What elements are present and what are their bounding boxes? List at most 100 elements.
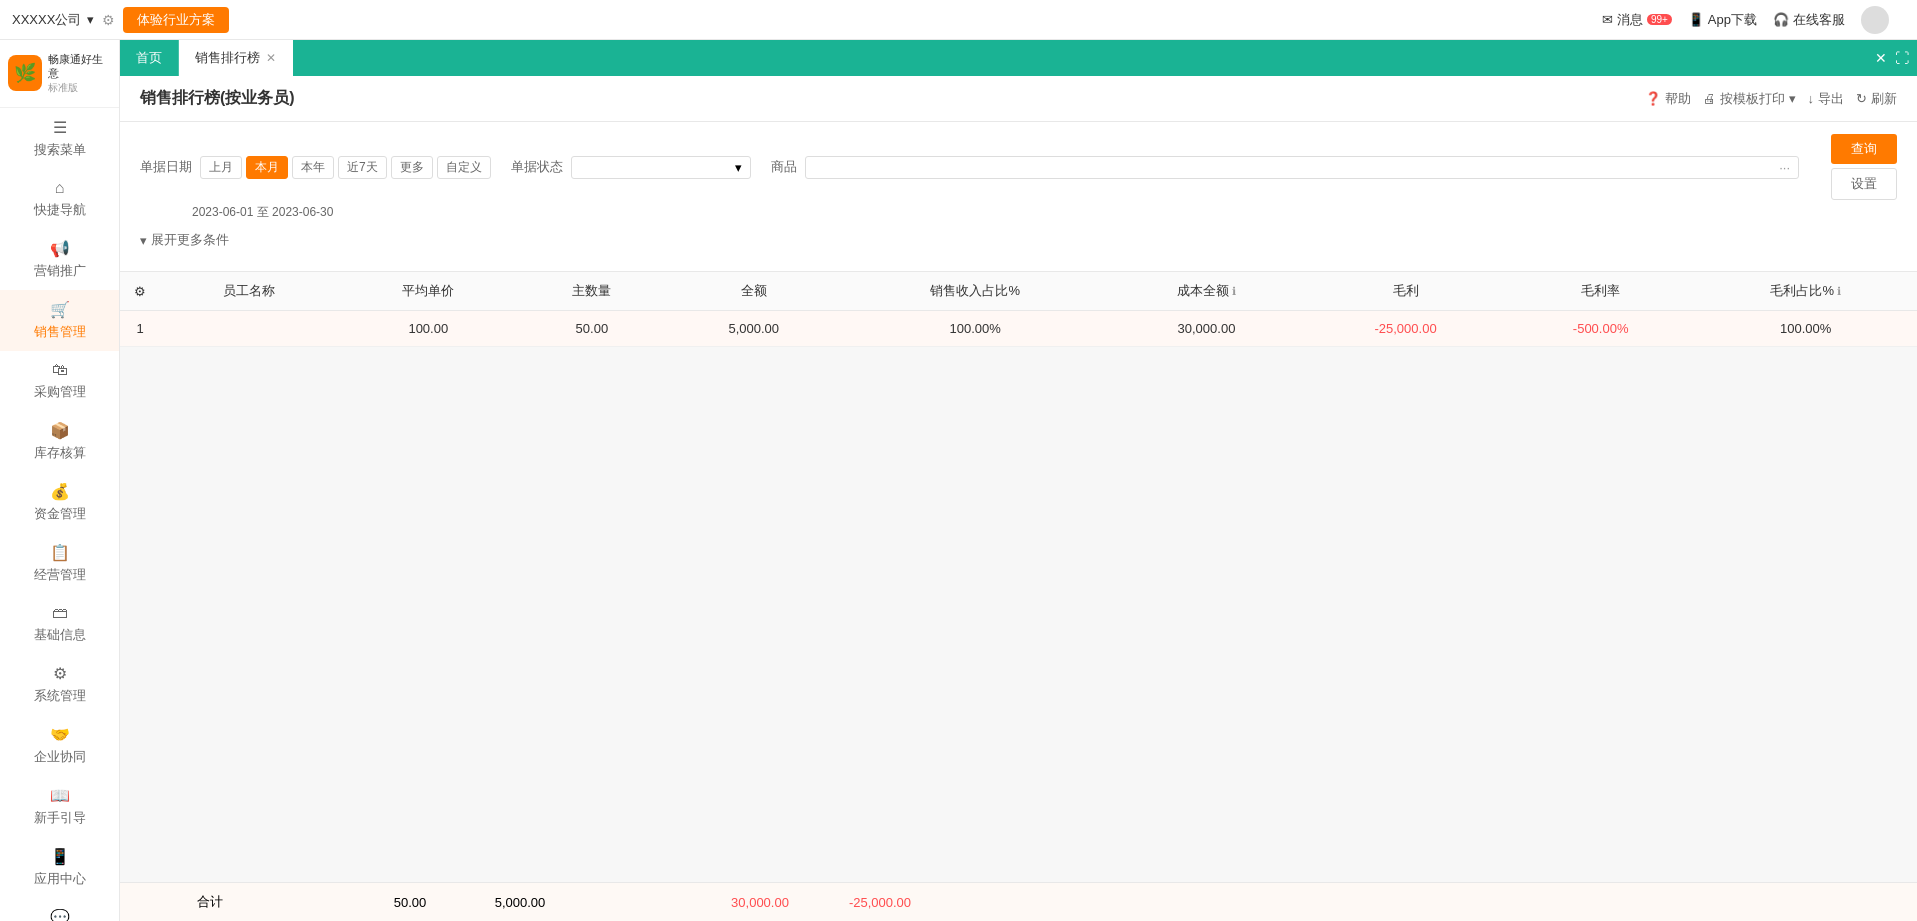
marketing-icon: 📢 (50, 239, 70, 258)
window-close-icon[interactable]: ✕ (1875, 50, 1887, 66)
tab-home[interactable]: 首页 (120, 40, 179, 76)
sidebar-item-finance[interactable]: 💰 资金管理 (0, 472, 119, 533)
logo-icon: 🌿 (8, 55, 42, 91)
sidebar-label-basic-info: 基础信息 (34, 626, 86, 644)
refresh-icon: ↻ (1856, 91, 1867, 106)
th-gross-pct-label: 毛利占比% ℹ (1770, 282, 1841, 300)
finance-icon: 💰 (50, 482, 70, 501)
export-button[interactable]: ↓ 导出 (1808, 90, 1845, 108)
company-selector[interactable]: XXXXX公司 ▾ (12, 11, 94, 29)
table-wrapper: ⚙ 员工名称 平均单价 主数量 全额 销售收入占比% 成本全额 ℹ (120, 272, 1917, 347)
settings-icon[interactable]: ⚙ (102, 12, 115, 28)
sidebar-label-inventory: 库存核算 (34, 444, 86, 462)
filter-goods: 商品 ··· (771, 156, 1799, 179)
goods-input-dots[interactable]: ··· (1779, 160, 1790, 175)
content-area: 首页 销售排行榜 ✕ ✕ ⛶ 销售排行榜(按业务员) ❓ 帮助 (120, 40, 1917, 921)
avatar[interactable] (1861, 6, 1889, 34)
date-btn-7days[interactable]: 近7天 (338, 156, 387, 179)
system-icon: ⚙ (53, 664, 67, 683)
date-btn-this-month[interactable]: 本月 (246, 156, 288, 179)
inventory-icon: 📦 (50, 421, 70, 440)
th-settings[interactable]: ⚙ (120, 272, 160, 311)
window-controls: ✕ ⛶ (1867, 40, 1917, 76)
sidebar-item-search[interactable]: ☰ 搜索菜单 (0, 108, 119, 169)
sidebar-label-enterprise: 企业协同 (34, 748, 86, 766)
sidebar-item-wechat[interactable]: 💬 企业微信 (0, 898, 119, 921)
page-content: 销售排行榜(按业务员) ❓ 帮助 🖨 按模板打印 ▾ ↓ 导出 (120, 76, 1917, 921)
sidebar-item-system[interactable]: ⚙ 系统管理 (0, 654, 119, 715)
cell-gross-pct: 100.00% (1694, 311, 1917, 347)
table-row: 1 100.00 50.00 5,000.00 100.00% 30,000.0… (120, 311, 1917, 347)
sidebar-item-inventory[interactable]: 📦 库存核算 (0, 411, 119, 472)
page-header: 销售排行榜(按业务员) ❓ 帮助 🖨 按模板打印 ▾ ↓ 导出 (120, 76, 1917, 122)
chevron-down-icon: ▾ (87, 12, 94, 27)
app-download-button[interactable]: 📱 App下载 (1688, 11, 1757, 29)
help-icon: ❓ (1645, 91, 1661, 106)
settings-button[interactable]: 设置 (1831, 168, 1897, 200)
table-header-row: ⚙ 员工名称 平均单价 主数量 全额 销售收入占比% 成本全额 ℹ (120, 272, 1917, 311)
date-btn-last-month[interactable]: 上月 (200, 156, 242, 179)
message-button[interactable]: ✉ 消息 99+ (1602, 11, 1672, 29)
goods-input[interactable]: ··· (805, 156, 1799, 179)
footer-gross: -25,000.00 (820, 895, 940, 910)
enterprise-icon: 🤝 (50, 725, 70, 744)
cell-amount: 5,000.00 (666, 311, 842, 347)
guide-icon: 📖 (50, 786, 70, 805)
th-avg-price: 平均单价 (339, 272, 518, 311)
tab-sales-ranking[interactable]: 销售排行榜 ✕ (179, 40, 293, 76)
cell-quantity: 50.00 (518, 311, 666, 347)
cell-gross-rate: -500.00% (1507, 311, 1694, 347)
expand-icon: ▾ (140, 233, 147, 248)
sidebar-item-enterprise[interactable]: 🤝 企业协同 (0, 715, 119, 776)
date-range-display: 2023-06-01 至 2023-06-30 (140, 204, 1897, 221)
sidebar-label-apps: 应用中心 (34, 870, 86, 888)
sidebar-label-marketing: 营销推广 (34, 262, 86, 280)
goods-filter-label: 商品 (771, 158, 797, 176)
cell-name (160, 311, 339, 347)
online-service-button[interactable]: 🎧 在线客服 (1773, 11, 1845, 29)
logo-text: 畅康通好生意 (48, 52, 111, 81)
try-industry-button[interactable]: 体验行业方案 (123, 7, 229, 33)
status-select[interactable]: ▾ (571, 156, 751, 179)
apps-icon: 📱 (50, 847, 70, 866)
sidebar-item-operations[interactable]: 📋 经营管理 (0, 533, 119, 594)
header-actions: ❓ 帮助 🖨 按模板打印 ▾ ↓ 导出 ↻ 刷新 (1645, 90, 1898, 108)
sidebar-label-operations: 经营管理 (34, 566, 86, 584)
sidebar-item-apps[interactable]: 📱 应用中心 (0, 837, 119, 898)
cell-avg-price: 100.00 (339, 311, 518, 347)
filter-row-main: 单据日期 上月 本月 本年 近7天 更多 自定义 单据状态 (140, 134, 1897, 200)
filter-status: 单据状态 ▾ (511, 156, 751, 179)
date-btn-this-year[interactable]: 本年 (292, 156, 334, 179)
gross-pct-info-icon[interactable]: ℹ (1837, 285, 1841, 298)
query-button[interactable]: 查询 (1831, 134, 1897, 164)
print-dropdown-icon: ▾ (1789, 91, 1796, 106)
print-button[interactable]: 🖨 按模板打印 ▾ (1703, 90, 1796, 108)
cost-info-icon[interactable]: ℹ (1232, 285, 1236, 298)
phone-icon: 📱 (1688, 12, 1704, 27)
sidebar-item-sales[interactable]: 🛒 销售管理 (0, 290, 119, 351)
date-btn-more[interactable]: 更多 (391, 156, 433, 179)
footer-cost: 30,000.00 (700, 895, 820, 910)
help-button[interactable]: ❓ 帮助 (1645, 90, 1691, 108)
sidebar-item-marketing[interactable]: 📢 营销推广 (0, 229, 119, 290)
sidebar-item-guide[interactable]: 📖 新手引导 (0, 776, 119, 837)
sidebar-item-basic-info[interactable]: 🗃 基础信息 (0, 594, 119, 654)
export-icon: ↓ (1808, 91, 1815, 106)
table-footer: 合计 50.00 5,000.00 30,000.00 -25,000.00 (120, 882, 1917, 921)
window-maximize-icon[interactable]: ⛶ (1895, 50, 1909, 66)
logo-sub: 标准版 (48, 81, 111, 95)
tab-close-icon[interactable]: ✕ (266, 51, 276, 65)
date-btn-custom[interactable]: 自定义 (437, 156, 491, 179)
th-amount: 全额 (666, 272, 842, 311)
sidebar: 🌿 畅康通好生意 标准版 ☰ 搜索菜单 ⌂ 快捷导航 📢 营销推广 🛒 销售管理… (0, 40, 120, 921)
filter-date: 单据日期 上月 本月 本年 近7天 更多 自定义 (140, 156, 491, 179)
sidebar-label-shortcuts: 快捷导航 (34, 201, 86, 219)
sidebar-item-purchase[interactable]: 🛍 采购管理 (0, 351, 119, 411)
expand-conditions-button[interactable]: ▾ 展开更多条件 (140, 227, 1897, 253)
refresh-button[interactable]: ↻ 刷新 (1856, 90, 1897, 108)
expand-row: ▾ 展开更多条件 (140, 221, 1897, 259)
sidebar-item-shortcuts[interactable]: ⌂ 快捷导航 (0, 169, 119, 229)
top-bar: XXXXX公司 ▾ ⚙ 体验行业方案 ✉ 消息 99+ 📱 App下载 🎧 在线… (0, 0, 1917, 40)
footer-total-label: 合计 (160, 893, 260, 911)
page-title: 销售排行榜(按业务员) (140, 88, 295, 109)
